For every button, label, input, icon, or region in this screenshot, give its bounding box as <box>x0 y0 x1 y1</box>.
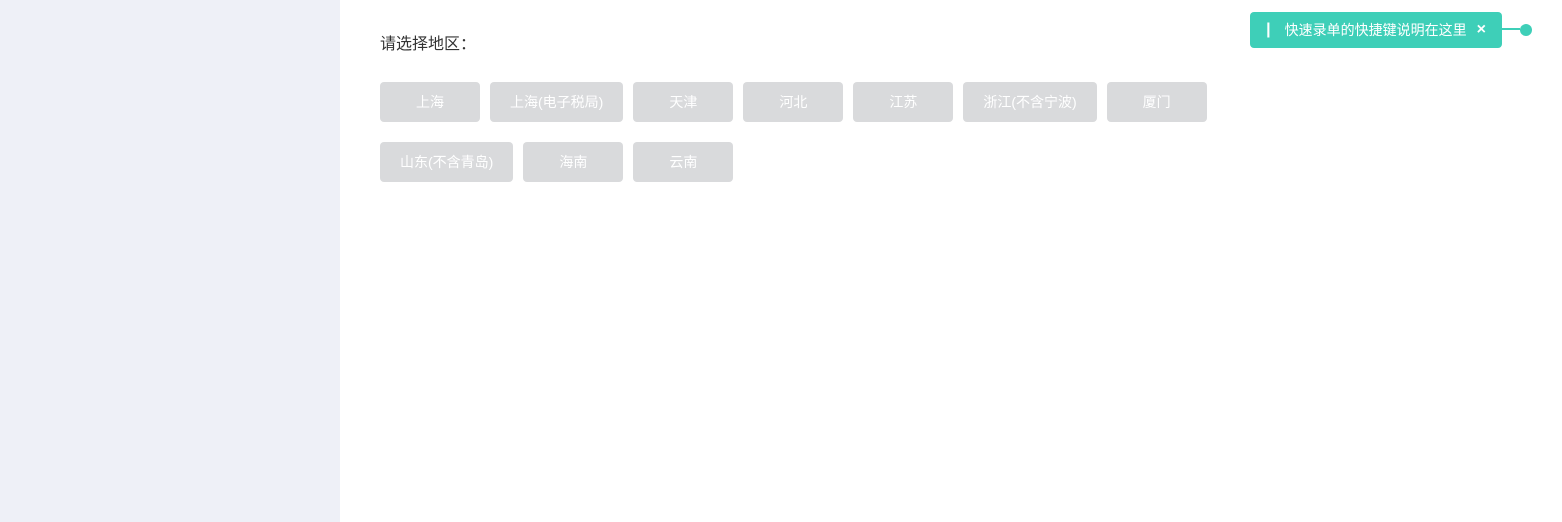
tooltip-close-button[interactable]: × <box>1477 22 1486 38</box>
tooltip-connector-line <box>1500 28 1520 30</box>
region-btn-zhejiang[interactable]: 浙江(不含宁波) <box>963 82 1096 122</box>
region-btn-jiangsu[interactable]: 江苏 <box>853 82 953 122</box>
tooltip-banner: 快速录单的快捷键说明在这里 × <box>1250 12 1502 48</box>
region-btn-shanghai-etax[interactable]: 上海(电子税局) <box>490 82 623 122</box>
left-sidebar <box>0 0 340 522</box>
region-row-1: 上海 上海(电子税局) 天津 河北 江苏 浙江(不含宁波) 厦门 <box>380 82 1207 122</box>
region-buttons-container: 上海 上海(电子税局) 天津 河北 江苏 浙江(不含宁波) 厦门 山东(不含青岛… <box>380 82 1522 192</box>
tooltip-text: 快速录单的快捷键说明在这里 <box>1285 20 1467 40</box>
main-content: 请选择地区： 上海 上海(电子税局) 天津 河北 江苏 浙江(不含宁波) 厦门 … <box>340 0 1562 522</box>
region-btn-tianjin[interactable]: 天津 <box>633 82 733 122</box>
region-btn-shandong[interactable]: 山东(不含青岛) <box>380 142 513 182</box>
region-btn-hebei[interactable]: 河北 <box>743 82 843 122</box>
region-btn-hainan[interactable]: 海南 <box>523 142 623 182</box>
region-btn-yunnan[interactable]: 云南 <box>633 142 733 182</box>
region-btn-xiamen[interactable]: 厦门 <box>1107 82 1207 122</box>
tooltip-connector-dot <box>1520 24 1532 36</box>
region-row-2: 山东(不含青岛) 海南 云南 <box>380 142 733 182</box>
region-btn-shanghai[interactable]: 上海 <box>380 82 480 122</box>
